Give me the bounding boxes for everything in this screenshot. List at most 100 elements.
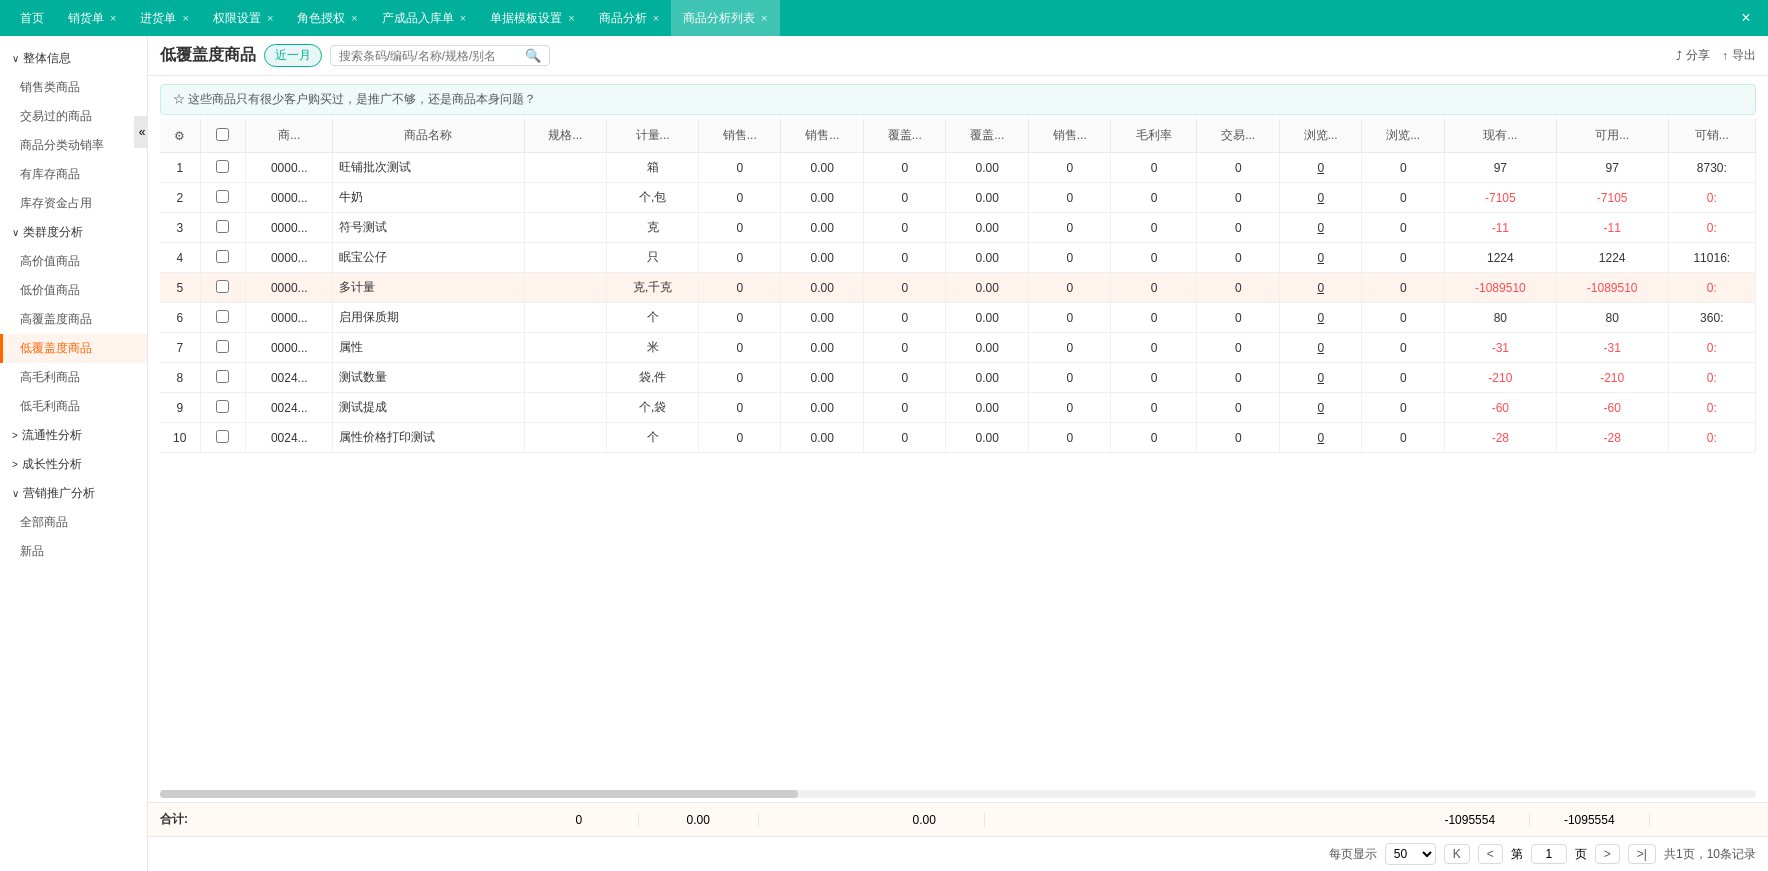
sidebar-item-low-coverage[interactable]: 低覆盖度商品 — [0, 334, 147, 363]
row-unit: 袋,件 — [607, 363, 699, 393]
nav-purchase-close[interactable]: × — [182, 12, 188, 24]
row-spec — [524, 153, 607, 183]
sidebar-section-marketing[interactable]: ∨ 营销推广分析 — [0, 479, 147, 508]
nav-products[interactable]: 产成品入库单 × — [370, 0, 478, 36]
row-sellable: 0: — [1668, 393, 1755, 423]
row-sellable: 0: — [1668, 333, 1755, 363]
table-row: 1 0000... 旺铺批次测试 箱 0 0.00 0 0.00 0 0 0 0… — [160, 153, 1756, 183]
sidebar-item-low-margin[interactable]: 低毛利商品 — [0, 392, 147, 421]
total-label: 合计: — [160, 811, 188, 828]
row-num: 7 — [160, 333, 200, 363]
sidebar-item-sales-goods[interactable]: 销售类商品 — [0, 73, 147, 102]
row-margin: 0 — [1111, 243, 1197, 273]
row-sku: 0024... — [246, 393, 333, 423]
row-checkbox[interactable] — [200, 213, 246, 243]
row-checkbox[interactable] — [200, 393, 246, 423]
row-checkbox[interactable] — [200, 333, 246, 363]
row-browse1[interactable]: 0 — [1279, 213, 1362, 243]
row-unit: 个 — [607, 423, 699, 453]
nav-analysis-list[interactable]: 商品分析列表 × — [671, 0, 779, 36]
row-browse1[interactable]: 0 — [1279, 393, 1362, 423]
row-sku: 0000... — [246, 273, 333, 303]
last-page-button[interactable]: >| — [1628, 844, 1656, 864]
row-sellable: 0: — [1668, 423, 1755, 453]
nav-products-close[interactable]: × — [460, 12, 466, 24]
nav-home[interactable]: 首页 — [8, 0, 56, 36]
sidebar-item-stocked-goods[interactable]: 有库存商品 — [0, 160, 147, 189]
first-page-button[interactable]: K — [1444, 844, 1470, 864]
horizontal-scrollbar[interactable] — [160, 790, 1756, 798]
row-cover2: 0.00 — [946, 393, 1029, 423]
row-sales-qty: 0 — [698, 243, 781, 273]
row-checkbox[interactable] — [200, 183, 246, 213]
row-browse1[interactable]: 0 — [1279, 363, 1362, 393]
prev-page-button[interactable]: < — [1478, 844, 1503, 864]
col-unit: 计量... — [607, 119, 699, 153]
sidebar-item-all-goods[interactable]: 全部商品 — [0, 508, 147, 537]
row-browse1[interactable]: 0 — [1279, 423, 1362, 453]
header-actions: ⤴ 分享 ↑ 导出 — [1676, 47, 1756, 64]
overview-arrow: ∨ — [12, 53, 19, 64]
nav-templates[interactable]: 单据模板设置 × — [478, 0, 586, 36]
row-browse1[interactable]: 0 — [1279, 273, 1362, 303]
row-browse1[interactable]: 0 — [1279, 153, 1362, 183]
row-sales-amt: 0.00 — [781, 273, 864, 303]
page-word: 第 — [1511, 846, 1523, 863]
nav-analysis-list-close[interactable]: × — [761, 12, 767, 24]
sidebar-item-capital-usage[interactable]: 库存资金占用 — [0, 189, 147, 218]
row-sales-s: 0 — [1028, 423, 1111, 453]
sidebar-section-growth[interactable]: > 成长性分析 — [0, 450, 147, 479]
nav-sales[interactable]: 销货单 × — [56, 0, 128, 36]
sidebar-section-circulation[interactable]: > 流通性分析 — [0, 421, 147, 450]
nav-roles[interactable]: 角色授权 × — [285, 0, 369, 36]
sidebar-item-high-coverage[interactable]: 高覆盖度商品 — [0, 305, 147, 334]
time-filter-button[interactable]: 近一月 — [264, 44, 322, 67]
row-sellable: 11016: — [1668, 243, 1755, 273]
nav-templates-close[interactable]: × — [568, 12, 574, 24]
search-input[interactable] — [339, 49, 525, 63]
sidebar-item-new-goods[interactable]: 新品 — [0, 537, 147, 566]
row-checkbox[interactable] — [200, 423, 246, 453]
row-browse1[interactable]: 0 — [1279, 183, 1362, 213]
window-close-button[interactable]: × — [1732, 4, 1760, 32]
row-current: -7105 — [1444, 183, 1556, 213]
row-checkbox[interactable] — [200, 153, 246, 183]
nav-analysis-close[interactable]: × — [653, 12, 659, 24]
sidebar-item-low-value[interactable]: 低价值商品 — [0, 276, 147, 305]
nav-permissions-close[interactable]: × — [267, 12, 273, 24]
row-checkbox[interactable] — [200, 243, 246, 273]
row-sellable: 360: — [1668, 303, 1755, 333]
col-current: 现有... — [1444, 119, 1556, 153]
row-browse1[interactable]: 0 — [1279, 303, 1362, 333]
nav-permissions[interactable]: 权限设置 × — [201, 0, 285, 36]
nav-sales-close[interactable]: × — [110, 12, 116, 24]
row-browse1[interactable]: 0 — [1279, 333, 1362, 363]
share-button[interactable]: ⤴ 分享 — [1676, 47, 1710, 64]
select-all-checkbox[interactable] — [216, 128, 229, 141]
row-spec — [524, 213, 607, 243]
row-checkbox[interactable] — [200, 273, 246, 303]
sidebar-section-overview[interactable]: ∨ 整体信息 — [0, 44, 147, 73]
row-checkbox[interactable] — [200, 303, 246, 333]
sidebar-item-category-rate[interactable]: 商品分类动销率 — [0, 131, 147, 160]
next-page-button[interactable]: > — [1595, 844, 1620, 864]
export-button[interactable]: ↑ 导出 — [1722, 47, 1756, 64]
row-sellable: 0: — [1668, 273, 1755, 303]
col-settings[interactable]: ⚙ — [160, 119, 200, 153]
page-size-select[interactable]: 50 20 100 — [1385, 843, 1436, 865]
row-transaction: 0 — [1197, 243, 1280, 273]
sidebar-collapse-button[interactable]: « — [134, 116, 148, 148]
current-page-input[interactable] — [1531, 844, 1567, 864]
nav-purchase[interactable]: 进货单 × — [128, 0, 200, 36]
row-checkbox[interactable] — [200, 363, 246, 393]
sidebar-item-high-margin[interactable]: 高毛利商品 — [0, 363, 147, 392]
nav-roles-close[interactable]: × — [351, 12, 357, 24]
search-icon[interactable]: 🔍 — [525, 48, 541, 63]
sidebar-item-traded-goods[interactable]: 交易过的商品 — [0, 102, 147, 131]
row-browse1[interactable]: 0 — [1279, 243, 1362, 273]
nav-analysis[interactable]: 商品分析 × — [587, 0, 671, 36]
row-sku: 0000... — [246, 213, 333, 243]
sidebar-item-high-value[interactable]: 高价值商品 — [0, 247, 147, 276]
sidebar-section-cluster[interactable]: ∨ 类群度分析 — [0, 218, 147, 247]
row-available: -60 — [1556, 393, 1668, 423]
